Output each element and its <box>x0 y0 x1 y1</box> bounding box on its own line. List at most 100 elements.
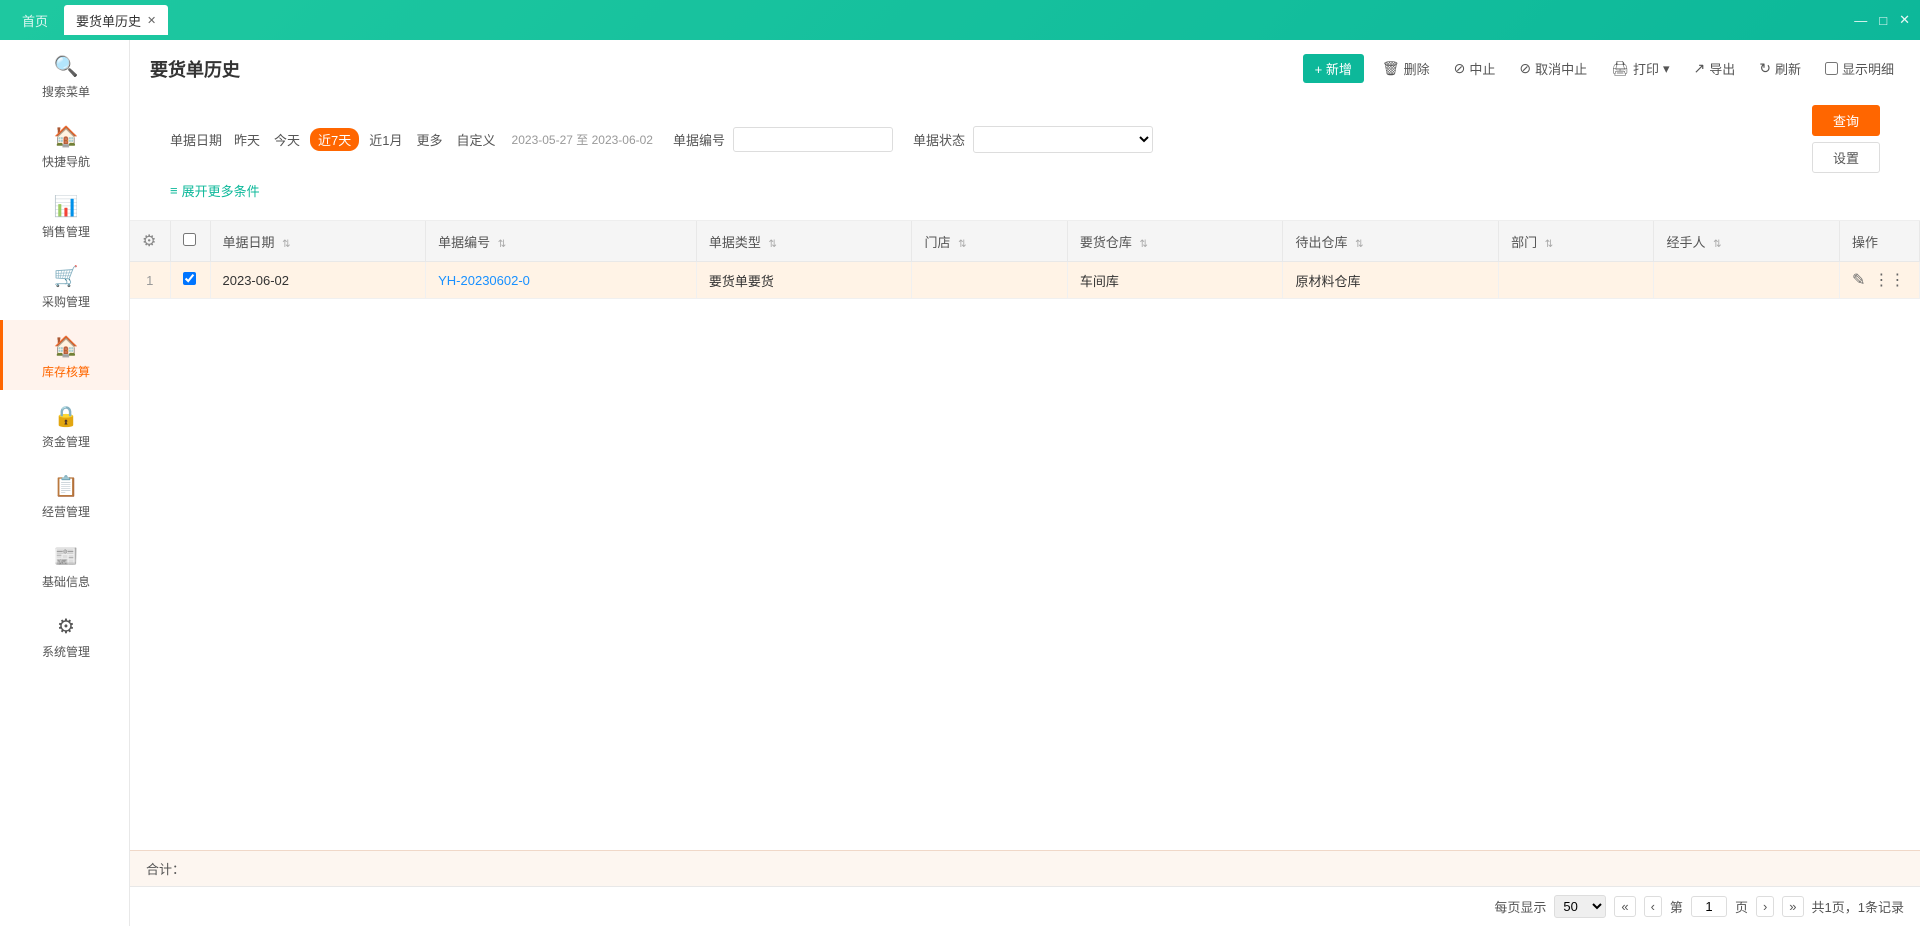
sidebar-item-purchase-mgmt[interactable]: 🛒 采购管理 <box>0 250 129 320</box>
col-pending-warehouse-label: 待出仓库 <box>1295 235 1347 250</box>
row-select-checkbox[interactable] <box>183 272 196 285</box>
refresh-button[interactable]: ↻ 刷新 <box>1753 55 1807 82</box>
sidebar-label-operations-mgmt: 经营管理 <box>42 503 90 520</box>
expand-more-button[interactable]: ≡ 展开更多条件 <box>170 181 260 200</box>
status-filter-group: 单据状态 <box>913 126 1153 153</box>
current-page-input[interactable] <box>1691 896 1727 917</box>
last-page-button[interactable]: » <box>1782 896 1803 917</box>
select-all-checkbox[interactable] <box>183 233 196 246</box>
doc-no-input[interactable] <box>733 127 893 152</box>
per-page-select[interactable]: 10 20 50 100 <box>1554 895 1606 918</box>
delete-button[interactable]: 🗑 删除 <box>1376 55 1436 82</box>
show-detail-button[interactable]: 显示明细 <box>1819 55 1900 82</box>
print-button[interactable]: 🖨 打印 ▾ <box>1605 55 1675 82</box>
sort-department-icon[interactable]: ⇅ <box>1545 239 1553 250</box>
suspend-button[interactable]: ⊘ 中止 <box>1448 55 1502 82</box>
more-icon[interactable]: ⋮⋮ <box>1873 270 1905 290</box>
basic-info-icon: 📰 <box>54 544 79 569</box>
main-layout: 🔍 搜索菜单 🏠 快捷导航 📊 销售管理 🛒 采购管理 🏠 库存核算 🔒 资金管… <box>0 40 1920 926</box>
sort-store-icon[interactable]: ⇅ <box>958 239 966 250</box>
sort-doc-date-icon[interactable]: ⇅ <box>282 239 290 250</box>
quick-nav-icon: 🏠 <box>54 124 79 149</box>
col-store: 门店 ⇅ <box>912 221 1067 262</box>
edit-icon[interactable]: ✎ <box>1852 270 1865 290</box>
col-settings: ⚙ <box>130 221 170 262</box>
col-doc-type: 单据类型 ⇅ <box>696 221 912 262</box>
date-shortcut-7days[interactable]: 近7天 <box>310 128 359 151</box>
delete-icon: 🗑 <box>1382 60 1400 77</box>
tab-requisition-history[interactable]: 要货单历史 ✕ <box>64 5 168 35</box>
filter-row-1: 单据日期 昨天 今天 近7天 近1月 更多 自定义 2023-05-27 至 2… <box>170 105 1880 173</box>
refresh-label: 刷新 <box>1775 59 1801 78</box>
sort-req-warehouse-icon[interactable]: ⇅ <box>1139 239 1147 250</box>
table-body: 1 2023-06-02 YH-20230602-0 要货单要货 车间库 原材料… <box>130 262 1920 299</box>
sort-doc-type-icon[interactable]: ⇅ <box>768 239 776 250</box>
tab-requisition-label: 要货单历史 <box>76 11 141 30</box>
sidebar-label-basic-info: 基础信息 <box>42 573 90 590</box>
status-select[interactable] <box>973 126 1153 153</box>
sidebar-item-quick-nav[interactable]: 🏠 快捷导航 <box>0 110 129 180</box>
new-button[interactable]: + 新增 <box>1303 54 1364 83</box>
tab-home[interactable]: 首页 <box>10 5 60 35</box>
minimize-icon[interactable]: — <box>1854 13 1867 28</box>
settings-button[interactable]: 设置 <box>1812 142 1880 173</box>
sales-mgmt-icon: 📊 <box>54 194 79 219</box>
sidebar-item-basic-info[interactable]: 📰 基础信息 <box>0 530 129 600</box>
col-handler-label: 经手人 <box>1666 235 1705 250</box>
filter-area: 单据日期 昨天 今天 近7天 近1月 更多 自定义 2023-05-27 至 2… <box>150 93 1900 220</box>
sort-handler-icon[interactable]: ⇅ <box>1713 239 1721 250</box>
prev-page-button[interactable]: ‹ <box>1644 896 1662 917</box>
sidebar-item-operations-mgmt[interactable]: 📋 经营管理 <box>0 460 129 530</box>
show-detail-checkbox[interactable] <box>1825 62 1838 75</box>
sidebar: 🔍 搜索菜单 🏠 快捷导航 📊 销售管理 🛒 采购管理 🏠 库存核算 🔒 资金管… <box>0 40 130 926</box>
print-icon: 🖨 <box>1611 60 1629 77</box>
query-button[interactable]: 查询 <box>1812 105 1880 136</box>
page-title: 要货单历史 <box>150 56 240 82</box>
sidebar-label-finance-mgmt: 资金管理 <box>42 433 90 450</box>
page-label: 第 <box>1670 897 1683 916</box>
expand-more-icon: ≡ <box>170 183 178 198</box>
date-shortcut-custom[interactable]: 自定义 <box>453 128 500 151</box>
date-shortcut-1month[interactable]: 近1月 <box>365 128 406 151</box>
sidebar-item-sales-mgmt[interactable]: 📊 销售管理 <box>0 180 129 250</box>
refresh-icon: ↻ <box>1759 60 1771 77</box>
row-department <box>1499 262 1654 299</box>
doc-no-label: 单据编号 <box>673 130 725 149</box>
date-shortcut-today[interactable]: 今天 <box>270 128 304 151</box>
filter-row-2: ≡ 展开更多条件 <box>170 181 1880 200</box>
page-title-row: 要货单历史 + 新增 🗑 删除 ⊘ 中止 ⊘ 取消中止 <box>150 54 1900 83</box>
table-settings-icon[interactable]: ⚙ <box>142 233 156 250</box>
close-icon[interactable]: ✕ <box>1899 12 1910 28</box>
sidebar-item-finance-mgmt[interactable]: 🔒 资金管理 <box>0 390 129 460</box>
date-shortcut-yesterday[interactable]: 昨天 <box>230 128 264 151</box>
row-num: 1 <box>130 262 170 299</box>
export-button[interactable]: ↗ 导出 <box>1687 55 1741 82</box>
tab-bar: 首页 要货单历史 ✕ <box>10 5 1854 35</box>
table-header-row: ⚙ 单据日期 ⇅ 单据编号 ⇅ <box>130 221 1920 262</box>
row-req-warehouse: 车间库 <box>1067 262 1283 299</box>
status-label: 单据状态 <box>913 130 965 149</box>
first-page-button[interactable]: « <box>1614 896 1635 917</box>
footer-total-label: 合计： <box>146 862 185 877</box>
date-shortcut-more[interactable]: 更多 <box>413 128 447 151</box>
cancel-suspend-button[interactable]: ⊘ 取消中止 <box>1513 55 1593 82</box>
operations-mgmt-icon: 📋 <box>54 474 79 499</box>
maximize-icon[interactable]: □ <box>1879 13 1887 28</box>
date-filter-label: 单据日期 <box>170 130 222 149</box>
sidebar-item-inventory[interactable]: 🏠 库存核算 <box>0 320 129 390</box>
next-page-button[interactable]: › <box>1756 896 1774 917</box>
table-footer: 合计： <box>130 850 1920 886</box>
sidebar-item-system-mgmt[interactable]: ⚙ 系统管理 <box>0 600 129 670</box>
row-doc-no[interactable]: YH-20230602-0 <box>426 262 697 299</box>
print-label: 打印 <box>1633 59 1659 78</box>
sidebar-label-purchase-mgmt: 采购管理 <box>42 293 90 310</box>
col-doc-type-label: 单据类型 <box>709 235 761 250</box>
col-doc-date: 单据日期 ⇅ <box>210 221 426 262</box>
tab-home-label: 首页 <box>22 11 48 30</box>
tab-close-icon[interactable]: ✕ <box>147 14 156 27</box>
col-doc-date-label: 单据日期 <box>223 235 275 250</box>
sort-doc-no-icon[interactable]: ⇅ <box>498 239 506 250</box>
sidebar-item-search-menu[interactable]: 🔍 搜索菜单 <box>0 40 129 110</box>
sort-pending-warehouse-icon[interactable]: ⇅ <box>1355 239 1363 250</box>
row-doc-date: 2023-06-02 <box>210 262 426 299</box>
